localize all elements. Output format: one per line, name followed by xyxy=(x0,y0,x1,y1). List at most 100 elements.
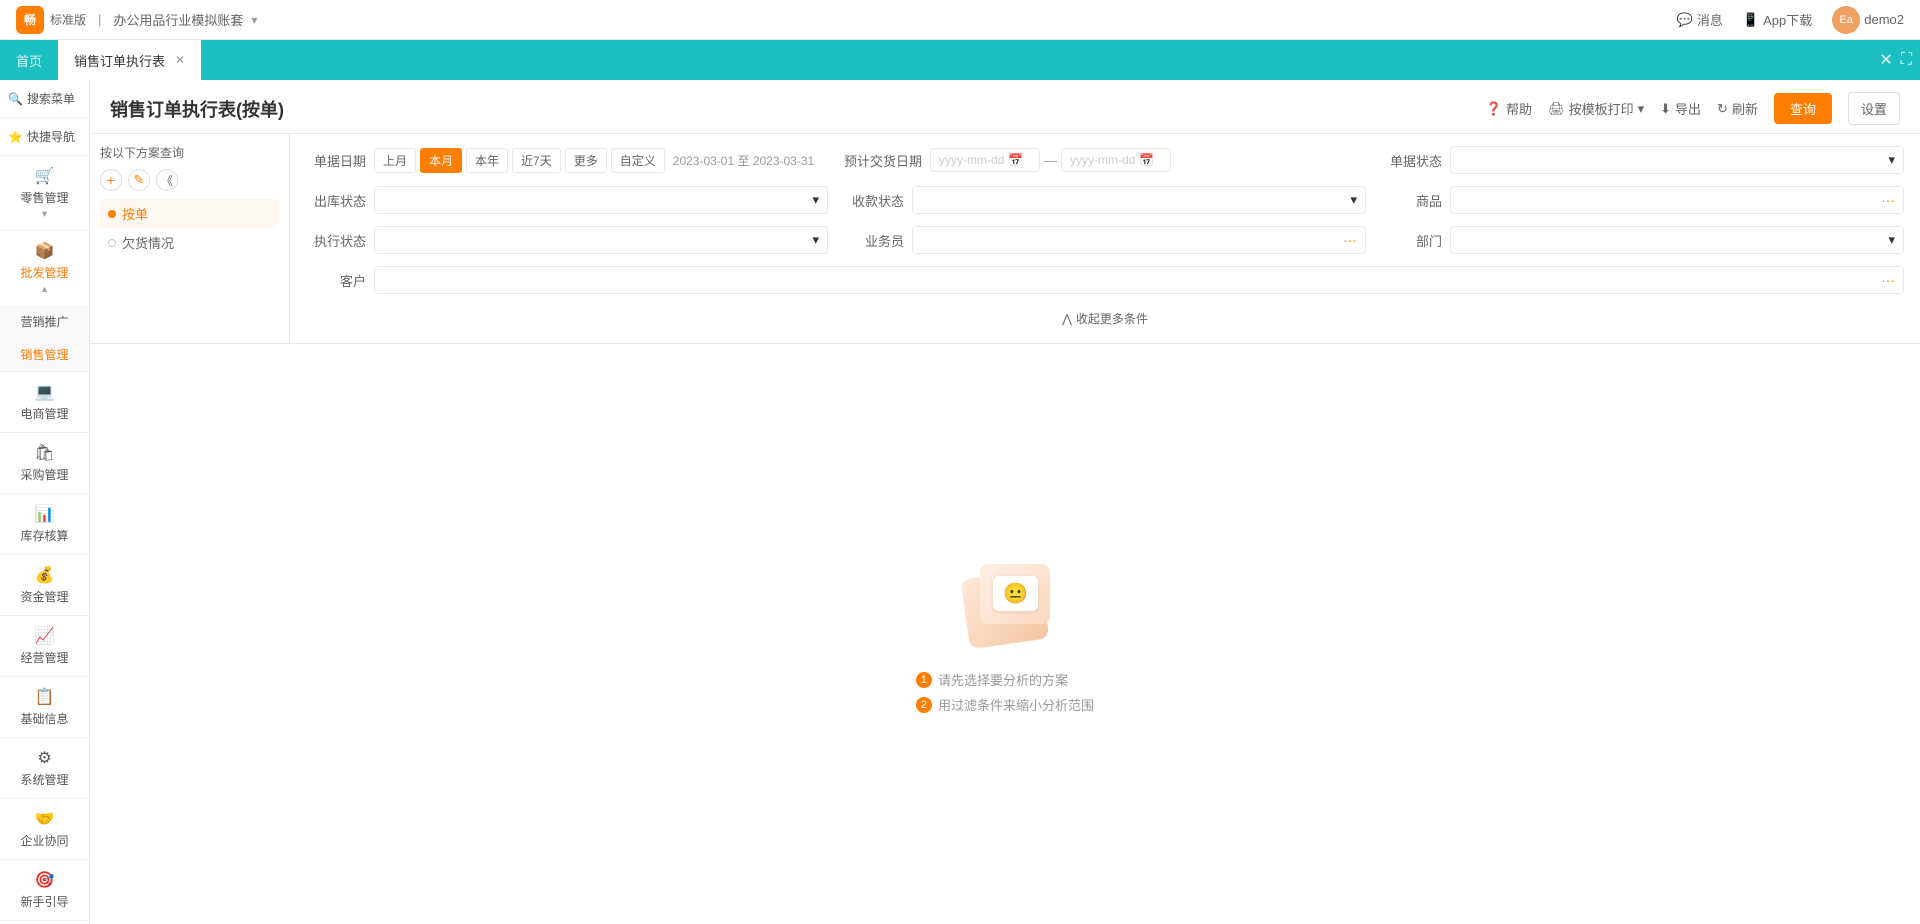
avatar: Ea xyxy=(1832,6,1860,34)
ecommerce-label: 电商管理 xyxy=(20,405,68,422)
date-btn-7days[interactable]: 近7天 xyxy=(512,148,561,173)
sidebar-item-ecommerce[interactable]: 💻 电商管理 xyxy=(0,372,89,432)
star-icon: ⭐ xyxy=(8,130,23,144)
salesman-input[interactable]: ··· xyxy=(912,226,1366,254)
exec-status-select[interactable]: ▾ xyxy=(374,226,828,254)
topbar-left: 畅 标准版 | 办公用品行业模拟账套 ▾ xyxy=(16,6,257,34)
sales-label: 销售管理 xyxy=(20,346,68,363)
refresh-action[interactable]: ↻ 刷新 xyxy=(1717,99,1758,118)
schema-dot-active xyxy=(108,210,116,218)
sidebar-item-inventory[interactable]: 📊 库存核算 xyxy=(0,494,89,554)
salesman-label: 业务员 xyxy=(844,231,904,250)
collapse-filter-button[interactable]: ⋀ 收起更多条件 xyxy=(1062,310,1148,327)
empty-illustration: 😐 xyxy=(955,554,1055,654)
filter-panel: 按以下方案查询 + ✎ 《 按单 欠货情况 xyxy=(90,134,1920,344)
sidebar-item-retail[interactable]: 🛒 零售管理 ▾ xyxy=(0,156,89,230)
sidebar-section-system: ⚙ 系统管理 xyxy=(0,738,89,799)
date-btn-this-month[interactable]: 本月 xyxy=(420,148,462,173)
sidebar-item-system[interactable]: ⚙ 系统管理 xyxy=(0,738,89,798)
marketing-label: 营销推广 xyxy=(20,313,68,330)
tab-sales-order[interactable]: 销售订单执行表 ✕ xyxy=(58,40,201,80)
main-layout: 🔍 搜索菜单 ⭐ 快捷导航 🛒 零售管理 ▾ 📦 批发管理 ▴ 营销推广 xyxy=(0,80,1920,924)
date-btn-custom[interactable]: 自定义 xyxy=(611,148,665,173)
tab-close-icon[interactable]: ✕ xyxy=(175,53,185,67)
tabbar: 首页 销售订单执行表 ✕ ✕ ⛶ xyxy=(0,40,1920,80)
payment-arrow-icon: ▾ xyxy=(1350,192,1357,208)
query-button[interactable]: 查询 xyxy=(1774,93,1832,124)
edit-schema-button[interactable]: ✎ xyxy=(128,169,150,191)
sidebar-sub-wholesale: 营销推广 销售管理 xyxy=(0,305,89,371)
settings-button[interactable]: 设置 xyxy=(1848,92,1900,125)
add-schema-button[interactable]: + xyxy=(100,169,122,191)
topbar-arrow-icon[interactable]: ▾ xyxy=(251,13,257,27)
dept-select[interactable]: ▾ xyxy=(1450,226,1904,254)
doc-status-label: 单据状态 xyxy=(1382,151,1442,170)
phone-icon: 📱 xyxy=(1743,12,1759,28)
sidebar-item-finance[interactable]: 💰 资金管理 xyxy=(0,555,89,615)
sidebar-item-operation[interactable]: 📈 经营管理 xyxy=(0,616,89,676)
close-tab-button[interactable]: ✕ xyxy=(1879,50,1892,70)
customer-input[interactable]: ··· xyxy=(374,266,1904,294)
print-action[interactable]: 🖨 按模板打印 ▾ xyxy=(1548,99,1644,118)
date-btn-last-month[interactable]: 上月 xyxy=(374,148,416,173)
schema-item-credit[interactable]: 欠货情况 xyxy=(100,228,279,257)
sidebar-quick-nav[interactable]: ⭐ 快捷导航 xyxy=(0,118,89,156)
sidebar: 🔍 搜索菜单 ⭐ 快捷导航 🛒 零售管理 ▾ 📦 批发管理 ▴ 营销推广 xyxy=(0,80,90,924)
expected-date-end[interactable]: yyyy-mm-dd 📅 xyxy=(1061,148,1171,172)
expected-date-label: 预计交货日期 xyxy=(844,151,922,170)
sidebar-item-basic[interactable]: 📋 基础信息 xyxy=(0,677,89,737)
calendar-start-icon: 📅 xyxy=(1008,153,1023,167)
help-action[interactable]: ❓ 帮助 xyxy=(1486,99,1532,118)
wholesale-label: 批发管理 xyxy=(20,264,68,281)
doc-status-select[interactable]: ▾ xyxy=(1450,146,1904,174)
sidebar-section-wholesale: 📦 批发管理 ▴ 营销推广 销售管理 xyxy=(0,231,89,372)
field-shipment-status: 出库状态 ▾ xyxy=(306,186,828,214)
doc-date-label: 单据日期 xyxy=(306,151,366,170)
collapse-schema-button[interactable]: 《 xyxy=(156,169,178,191)
sidebar-item-purchase[interactable]: 🛍 采购管理 xyxy=(0,433,89,493)
data-area: 😐 1 请先选择要分析的方案 2 用过滤条件来缩小分析范围 xyxy=(90,344,1920,924)
field-exec-status: 执行状态 ▾ xyxy=(306,226,828,254)
app-download-action[interactable]: 📱 App下载 xyxy=(1743,10,1812,29)
field-dept: 部门 ▾ xyxy=(1382,226,1904,254)
tab-home[interactable]: 首页 xyxy=(0,40,58,80)
tip-text-2: 用过滤条件来缩小分析范围 xyxy=(938,695,1094,714)
sidebar-item-wholesale[interactable]: 📦 批发管理 ▴ xyxy=(0,231,89,305)
sidebar-item-newuser[interactable]: 🎯 新手引导 xyxy=(0,860,89,920)
payment-status-select[interactable]: ▾ xyxy=(912,186,1366,214)
finance-icon: 💰 xyxy=(35,565,55,585)
tip-text-1: 请先选择要分析的方案 xyxy=(938,670,1068,689)
field-payment-status: 收款状态 ▾ xyxy=(844,186,1366,214)
sidebar-item-marketing[interactable]: 营销推广 xyxy=(0,305,89,338)
dept-label: 部门 xyxy=(1382,231,1442,250)
date-btn-more[interactable]: 更多 xyxy=(565,148,607,173)
sidebar-section-basic: 📋 基础信息 xyxy=(0,677,89,738)
field-doc-status: 单据状态 ▾ xyxy=(1382,146,1904,174)
export-action[interactable]: ⬇ 导出 xyxy=(1660,99,1701,118)
sidebar-search[interactable]: 🔍 搜索菜单 xyxy=(0,80,89,118)
salesman-more-icon[interactable]: ··· xyxy=(1343,232,1357,248)
exec-label: 执行状态 xyxy=(306,231,366,250)
schema-item-press-order[interactable]: 按单 xyxy=(100,199,279,228)
shipment-status-select[interactable]: ▾ xyxy=(374,186,828,214)
message-action[interactable]: 💬 消息 xyxy=(1677,10,1723,29)
goods-more-icon[interactable]: ··· xyxy=(1881,192,1895,208)
maximize-tab-button[interactable]: ⛶ xyxy=(1901,51,1912,69)
sidebar-section-ecommerce: 💻 电商管理 xyxy=(0,372,89,433)
customer-more-icon[interactable]: ··· xyxy=(1881,272,1895,288)
export-icon: ⬇ xyxy=(1660,101,1671,117)
operation-label: 经营管理 xyxy=(20,649,68,666)
field-salesman: 业务员 ··· xyxy=(844,226,1366,254)
sidebar-section-operation: 📈 经营管理 xyxy=(0,616,89,677)
sidebar-item-sales[interactable]: 销售管理 xyxy=(0,338,89,371)
date-btn-this-year[interactable]: 本年 xyxy=(466,148,508,173)
filter-fields: 单据日期 上月 本月 本年 近7天 更多 自定义 2023-03-01 至 20… xyxy=(290,134,1920,343)
user-action[interactable]: Ea demo2 xyxy=(1832,6,1904,34)
payment-label: 收款状态 xyxy=(844,191,904,210)
sidebar-item-enterprise[interactable]: 🤝 企业协同 xyxy=(0,799,89,859)
inventory-icon: 📊 xyxy=(35,504,55,524)
expected-date-start[interactable]: yyyy-mm-dd 📅 xyxy=(930,148,1040,172)
home-tab-label: 首页 xyxy=(16,51,42,70)
goods-input[interactable]: ··· xyxy=(1450,186,1904,214)
filter-row-3: 执行状态 ▾ 业务员 ··· 部门 xyxy=(306,226,1904,254)
